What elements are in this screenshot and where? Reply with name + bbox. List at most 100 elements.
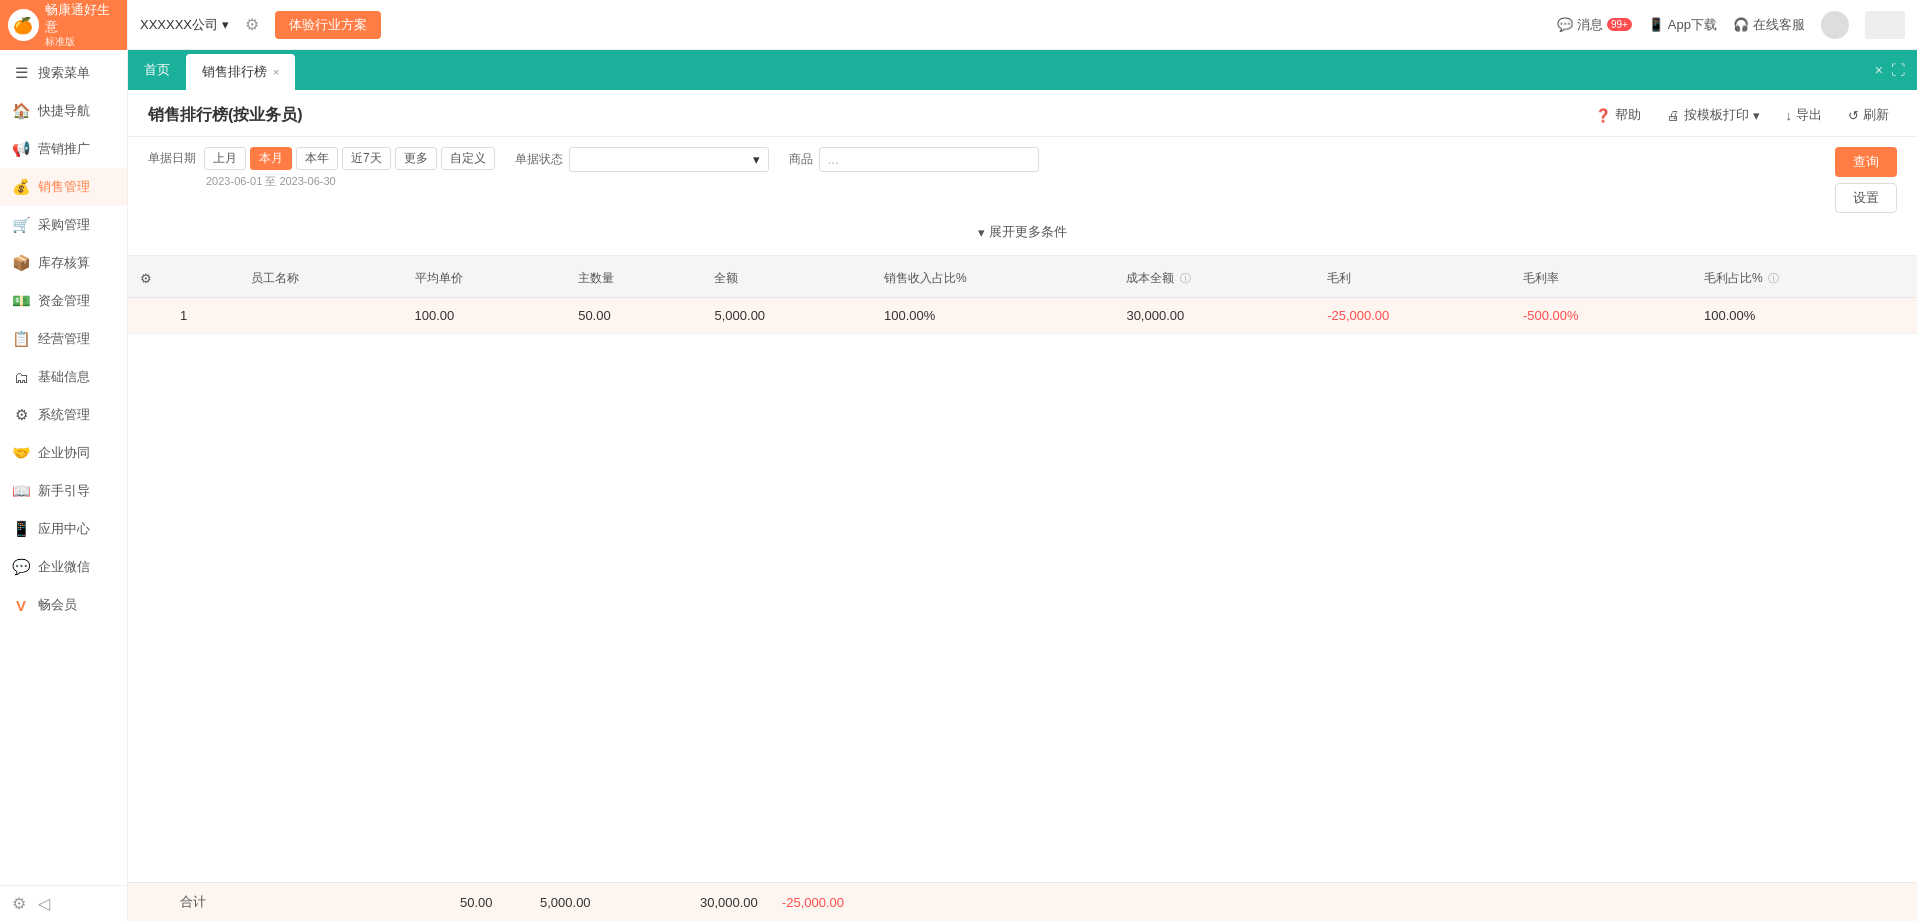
export-icon: ↓ (1786, 108, 1793, 123)
th-employee-name: 员工名称 (239, 260, 403, 298)
company-name: XXXXXX公司 (140, 16, 218, 34)
query-section: 查询 设置 (1835, 147, 1897, 213)
expand-button[interactable]: ▾ 展开更多条件 (966, 219, 1079, 245)
date-year-btn[interactable]: 本年 (296, 147, 338, 170)
status-select[interactable]: ▾ (569, 147, 769, 172)
sidebar-label: 销售管理 (38, 178, 90, 196)
sidebar-collapse-icon[interactable]: ◁ (38, 894, 50, 913)
sidebar-item-vip[interactable]: V 畅会员 (0, 586, 127, 624)
window-close-icon[interactable]: × (1875, 62, 1883, 78)
date-range-display: 2023-06-01 至 2023-06-30 (206, 174, 336, 189)
app-center-icon: 📱 (12, 520, 30, 538)
sidebar-label: 新手引导 (38, 482, 90, 500)
tab-close-icon[interactable]: × (273, 66, 279, 78)
tab-sales-ranking[interactable]: 销售排行榜 × (186, 54, 295, 90)
sidebar-item-wechat[interactable]: 💬 企业微信 (0, 548, 127, 586)
app-download-label: App下载 (1668, 16, 1717, 34)
th-cost: 成本全额 ⓘ (1114, 260, 1315, 298)
td-cost: 30,000.00 (1114, 298, 1315, 334)
th-settings: ⚙ (128, 260, 168, 298)
goods-label: 商品 (789, 151, 813, 168)
filter-section: 单据日期 上月 本月 本年 近7天 更多 自定义 2023-06-01 至 20… (128, 137, 1917, 256)
date-buttons: 上月 本月 本年 近7天 更多 自定义 (204, 147, 495, 170)
message-button[interactable]: 💬 消息 99+ (1557, 16, 1632, 34)
support-icon: 🎧 (1733, 17, 1749, 32)
td-gross: -25,000.00 (1315, 298, 1511, 334)
refresh-button[interactable]: ↺ 刷新 (1840, 102, 1897, 128)
sidebar-item-finance[interactable]: 💵 资金管理 (0, 282, 127, 320)
date-custom-btn[interactable]: 自定义 (441, 147, 495, 170)
query-button[interactable]: 查询 (1835, 147, 1897, 177)
sidebar-item-search-orders[interactable]: ☰ 搜索菜单 (0, 54, 127, 92)
print-button[interactable]: 🖨 按模板打印 ▾ (1659, 102, 1768, 128)
tabbar: 首页 销售排行榜 × × ⛶ (128, 50, 1917, 90)
sidebar-label: 搜索菜单 (38, 64, 90, 82)
th-rank (168, 260, 239, 298)
goods-input[interactable]: ... (819, 147, 1039, 172)
marketing-icon: 📢 (12, 140, 30, 158)
td-settings (128, 298, 168, 334)
gross-pct-tip-icon[interactable]: ⓘ (1768, 272, 1779, 284)
table-row: 1 100.00 50.00 5,000.00 100.00% 30,000.0… (128, 298, 1917, 334)
sidebar-item-operations[interactable]: 📋 经营管理 (0, 320, 127, 358)
tab-sales-ranking-label: 销售排行榜 (202, 63, 267, 81)
date-7days-btn[interactable]: 近7天 (342, 147, 391, 170)
table-footer: 合计 50.00 5,000.00 30,000.00 -25,000.00 (128, 882, 1917, 921)
footer-avg-price (368, 895, 448, 910)
sidebar-item-inventory[interactable]: 📦 库存核算 (0, 244, 127, 282)
window-expand-icon[interactable]: ⛶ (1891, 62, 1905, 78)
td-total: 5,000.00 (702, 298, 872, 334)
logo-name: 畅康通好生意 (45, 2, 119, 36)
sidebar-label: 企业协同 (38, 444, 90, 462)
sidebar-item-quick-nav[interactable]: 🏠 快捷导航 (0, 92, 127, 130)
sidebar-item-app-center[interactable]: 📱 应用中心 (0, 510, 127, 548)
settings-button[interactable]: 设置 (1835, 183, 1897, 213)
tab-home-label: 首页 (144, 61, 170, 79)
sidebar-item-marketing[interactable]: 📢 营销推广 (0, 130, 127, 168)
trial-button[interactable]: 体验行业方案 (275, 11, 381, 39)
date-current-btn[interactable]: 本月 (250, 147, 292, 170)
th-avg-price: 平均单价 (403, 260, 567, 298)
topbar-settings-icon[interactable]: ⚙ (241, 11, 263, 38)
support-label: 在线客服 (1753, 16, 1805, 34)
sidebar-item-basic-info[interactable]: 🗂 基础信息 (0, 358, 127, 396)
sidebar-label: 库存核算 (38, 254, 90, 272)
data-table: ⚙ 员工名称 平均单价 主数量 全额 销售收入占比% 成本全额 ⓘ (128, 260, 1917, 334)
tab-home[interactable]: 首页 (128, 50, 186, 90)
table-scroll[interactable]: ⚙ 员工名称 平均单价 主数量 全额 销售收入占比% 成本全额 ⓘ (128, 260, 1917, 882)
date-label: 单据日期 (148, 150, 196, 167)
support-button[interactable]: 🎧 在线客服 (1733, 16, 1805, 34)
sidebar-settings-icon[interactable]: ⚙ (12, 894, 26, 913)
guide-icon: 📖 (12, 482, 30, 500)
table-settings-icon[interactable]: ⚙ (140, 271, 152, 286)
footer-gross-rate (856, 895, 936, 910)
td-gross-rate: -500.00% (1511, 298, 1692, 334)
help-button[interactable]: ❓ 帮助 (1587, 102, 1649, 128)
logo-icon: 🍊 (8, 9, 39, 41)
sidebar-label: 采购管理 (38, 216, 90, 234)
company-selector[interactable]: XXXXXX公司 ▾ (140, 16, 229, 34)
sidebar-item-cooperation[interactable]: 🤝 企业协同 (0, 434, 127, 472)
date-prev-btn[interactable]: 上月 (204, 147, 246, 170)
sidebar-label: 快捷导航 (38, 102, 90, 120)
user-name-area (1865, 11, 1905, 39)
footer-gross: -25,000.00 (770, 895, 856, 910)
user-avatar[interactable] (1821, 11, 1849, 39)
footer-cost: 30,000.00 (688, 895, 770, 910)
sidebar-label: 基础信息 (38, 368, 90, 386)
page-actions: ❓ 帮助 🖨 按模板打印 ▾ ↓ 导出 ↺ 刷新 (1587, 102, 1898, 128)
sidebar-item-purchase[interactable]: 🛒 采购管理 (0, 206, 127, 244)
date-more-btn[interactable]: 更多 (395, 147, 437, 170)
page-title: 销售排行榜(按业务员) (148, 105, 303, 126)
wechat-icon: 💬 (12, 558, 30, 576)
expand-row: ▾ 展开更多条件 (148, 213, 1897, 251)
sidebar-item-sales[interactable]: 💰 销售管理 (0, 168, 127, 206)
sidebar-item-system[interactable]: ⚙ 系统管理 (0, 396, 127, 434)
cost-tip-icon[interactable]: ⓘ (1180, 272, 1191, 284)
app-download-icon: 📱 (1648, 17, 1664, 32)
export-button[interactable]: ↓ 导出 (1778, 102, 1831, 128)
sidebar-label: 畅会员 (38, 596, 77, 614)
table-header-row: ⚙ 员工名称 平均单价 主数量 全额 销售收入占比% 成本全额 ⓘ (128, 260, 1917, 298)
app-download-button[interactable]: 📱 App下载 (1648, 16, 1717, 34)
sidebar-item-guide[interactable]: 📖 新手引导 (0, 472, 127, 510)
